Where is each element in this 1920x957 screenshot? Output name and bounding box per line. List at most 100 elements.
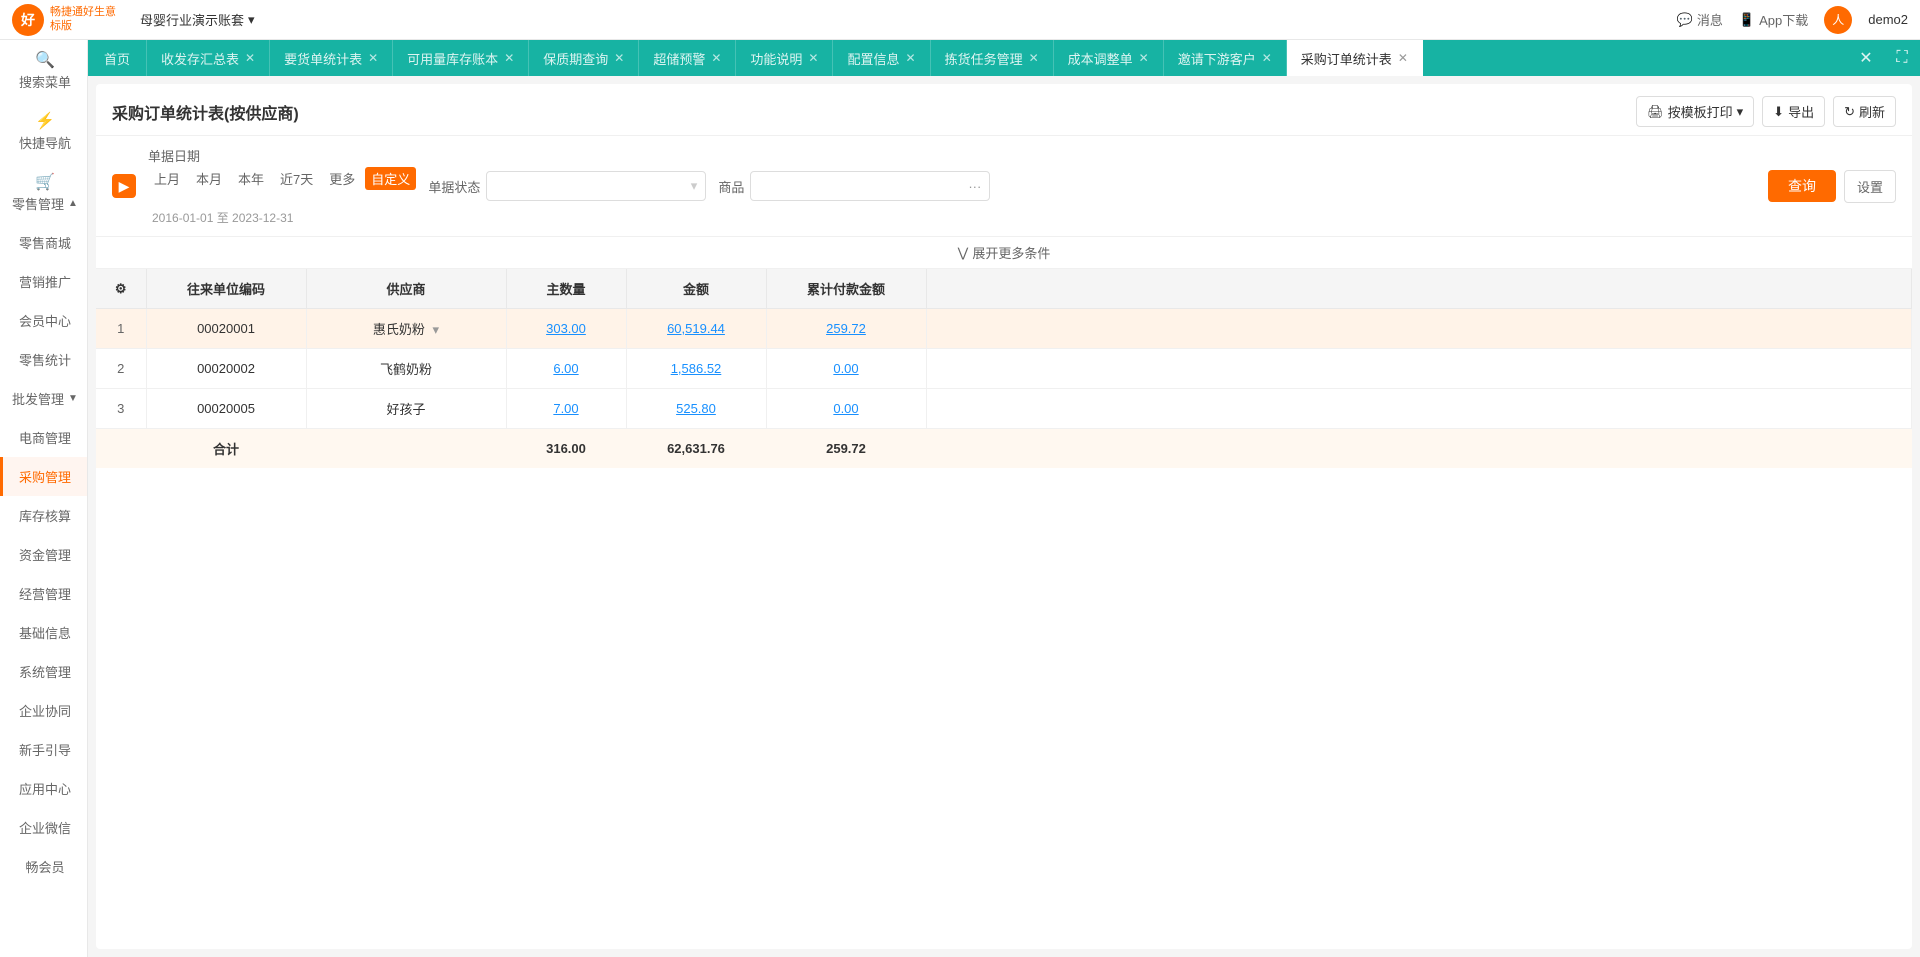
date-custom-badge[interactable]: 自定义 (365, 167, 416, 190)
expand-conditions-button[interactable]: ⋁ 展开更多条件 (958, 243, 1051, 262)
tab-overstock-close[interactable]: ✕ (711, 51, 721, 65)
row-amount[interactable]: 60,519.44 (626, 309, 766, 349)
export-button[interactable]: ⬇ 导出 (1762, 96, 1825, 127)
sidebar-item-funds[interactable]: 资金管理 (0, 535, 87, 574)
chevron-down-icon: ▲ (68, 198, 78, 209)
tab-collect-close[interactable]: ✕ (245, 51, 255, 65)
date-filter-label: 单据日期 (148, 146, 200, 165)
sidebar-item-newguide[interactable]: 新手引导 (0, 730, 87, 769)
tab-purchase-stats[interactable]: 采购订单统计表 ✕ (1287, 40, 1423, 76)
tab-home-label: 首页 (104, 49, 130, 68)
tab-cost-close[interactable]: ✕ (1139, 51, 1149, 65)
sidebar-item-operations[interactable]: 经营管理 (0, 574, 87, 613)
table-row: 1 00020001 惠氏奶粉 ▾ 303.00 60,519.44 259.7… (96, 309, 1912, 349)
tab-overstock[interactable]: 超储预警 ✕ (639, 40, 736, 76)
footer-empty-2 (306, 429, 506, 469)
tab-home[interactable]: 首页 (88, 40, 147, 76)
date-shortcut-more[interactable]: 更多 (323, 167, 361, 190)
sidebar-item-retail-shop[interactable]: 零售商城 (0, 223, 87, 262)
tab-func-close[interactable]: ✕ (808, 51, 818, 65)
tab-config-info[interactable]: 配置信息 ✕ (833, 40, 930, 76)
th-extra (926, 269, 1912, 309)
sidebar-item-shortcuts[interactable]: ⚡ 快捷导航 (0, 101, 87, 162)
row-qty[interactable]: 7.00 (506, 389, 626, 429)
refresh-icon: ↻ (1844, 104, 1855, 120)
sidebar-item-member2[interactable]: 畅会员 (0, 847, 87, 886)
date-shortcut-last-month[interactable]: 上月 (148, 167, 186, 190)
sidebar-item-members[interactable]: 会员中心 (0, 301, 87, 340)
th-settings[interactable]: ⚙ (96, 269, 146, 309)
tab-pick-close[interactable]: ✕ (1029, 51, 1039, 65)
status-select[interactable]: ▾ (486, 171, 706, 201)
tab-bar: 首页 收发存汇总表 ✕ 要货单统计表 ✕ 可用量库存账本 ✕ 保质期查询 ✕ 超… (88, 40, 1920, 76)
tab-pick-task[interactable]: 拣货任务管理 ✕ (931, 40, 1054, 76)
sidebar-item-inventory[interactable]: 库存核算 (0, 496, 87, 535)
sidebar-item-retail[interactable]: 🛒 零售管理 ▲ (0, 162, 87, 223)
template-chevron-icon: ▾ (1737, 104, 1744, 120)
tab-collect[interactable]: 收发存汇总表 ✕ (147, 40, 270, 76)
tab-goods-stats-close[interactable]: ✕ (368, 51, 378, 65)
refresh-button[interactable]: ↻ 刷新 (1833, 96, 1896, 127)
expand-supplier-icon[interactable]: ▾ (433, 322, 440, 337)
goods-input[interactable]: ··· (750, 171, 990, 201)
tab-invite-close[interactable]: ✕ (1262, 51, 1272, 65)
row-paid[interactable]: 0.00 (766, 389, 926, 429)
sidebar-item-wholesale[interactable]: 批发管理 ▼ (0, 379, 87, 418)
row-amount[interactable]: 525.80 (626, 389, 766, 429)
row-paid[interactable]: 259.72 (766, 309, 926, 349)
more-icon: ··· (968, 179, 981, 194)
date-shortcut-7days[interactable]: 近7天 (274, 167, 319, 190)
sidebar-item-system[interactable]: 系统管理 (0, 652, 87, 691)
filter-toggle-button[interactable]: ▶ (112, 174, 136, 198)
date-shortcut-this-year[interactable]: 本年 (232, 167, 270, 190)
main-layout: 🔍 搜索菜单 ⚡ 快捷导航 🛒 零售管理 ▲ 零售商城 营销推广 会员中心 零售… (0, 40, 1920, 957)
tab-fullscreen-button[interactable]: ⛶ (1884, 40, 1920, 76)
tab-purchase-stats-close[interactable]: ✕ (1398, 51, 1408, 65)
workspace-chevron-icon: ▾ (248, 12, 255, 28)
tab-cost-adjust[interactable]: 成本调整单 ✕ (1054, 40, 1164, 76)
date-shortcut-this-month[interactable]: 本月 (190, 167, 228, 190)
sidebar-item-purchase[interactable]: 采购管理 (0, 457, 87, 496)
page-title: 采购订单统计表(按供应商) (112, 100, 299, 124)
row-code: 00020001 (146, 309, 306, 349)
query-button[interactable]: 查询 (1768, 170, 1836, 202)
tab-config-close[interactable]: ✕ (906, 51, 916, 65)
row-extra (926, 389, 1912, 429)
row-code: 00020002 (146, 349, 306, 389)
sidebar-item-retail-stats[interactable]: 零售统计 (0, 340, 87, 379)
tab-expiry-query[interactable]: 保质期查询 ✕ (529, 40, 639, 76)
chevron-down-icon-2: ▼ (68, 393, 78, 404)
expand-row: ⋁ 展开更多条件 (96, 237, 1912, 269)
tab-goods-stats[interactable]: 要货单统计表 ✕ (270, 40, 393, 76)
tab-close-all-button[interactable]: ✕ (1848, 40, 1884, 76)
settings-button[interactable]: 设置 (1844, 170, 1896, 203)
sidebar-item-wechat[interactable]: 企业微信 (0, 808, 87, 847)
tab-func-desc[interactable]: 功能说明 ✕ (736, 40, 833, 76)
row-amount[interactable]: 1,586.52 (626, 349, 766, 389)
sidebar-item-basics[interactable]: 基础信息 (0, 613, 87, 652)
row-paid[interactable]: 0.00 (766, 349, 926, 389)
sidebar-item-ecommerce[interactable]: 电商管理 (0, 418, 87, 457)
row-qty[interactable]: 6.00 (506, 349, 626, 389)
workspace-selector[interactable]: 母婴行业演示账套 ▾ (140, 10, 255, 29)
footer-extra (926, 429, 1912, 469)
logo-text: 畅捷通好生意 标版 (50, 6, 116, 32)
tab-expiry-close[interactable]: ✕ (614, 51, 624, 65)
tab-inventory-book-close[interactable]: ✕ (504, 51, 514, 65)
filter-actions: 查询 设置 (1768, 170, 1896, 203)
sidebar-item-appcenter[interactable]: 应用中心 (0, 769, 87, 808)
tab-inventory-book[interactable]: 可用量库存账本 ✕ (393, 40, 529, 76)
sidebar-item-enterprise[interactable]: 企业协同 (0, 691, 87, 730)
tab-invite[interactable]: 邀请下游客户 ✕ (1164, 40, 1287, 76)
row-extra (926, 349, 1912, 389)
row-qty[interactable]: 303.00 (506, 309, 626, 349)
user-name: demo2 (1868, 12, 1908, 27)
sidebar-item-search[interactable]: 🔍 搜索菜单 (0, 40, 87, 101)
table-row: 2 00020002 飞鹤奶粉 6.00 1,586.52 0.00 (96, 349, 1912, 389)
message-button[interactable]: 💬 消息 (1677, 10, 1723, 29)
sidebar-item-marketing[interactable]: 营销推广 (0, 262, 87, 301)
app-download-button[interactable]: 📱 App下载 (1739, 10, 1808, 29)
template-print-button[interactable]: 🖨 按模板打印 ▾ (1636, 96, 1754, 127)
date-range-display: 2016-01-01 至 2023-12-31 (152, 209, 293, 226)
page-header-actions: 🖨 按模板打印 ▾ ⬇ 导出 ↻ 刷新 (1636, 96, 1896, 127)
